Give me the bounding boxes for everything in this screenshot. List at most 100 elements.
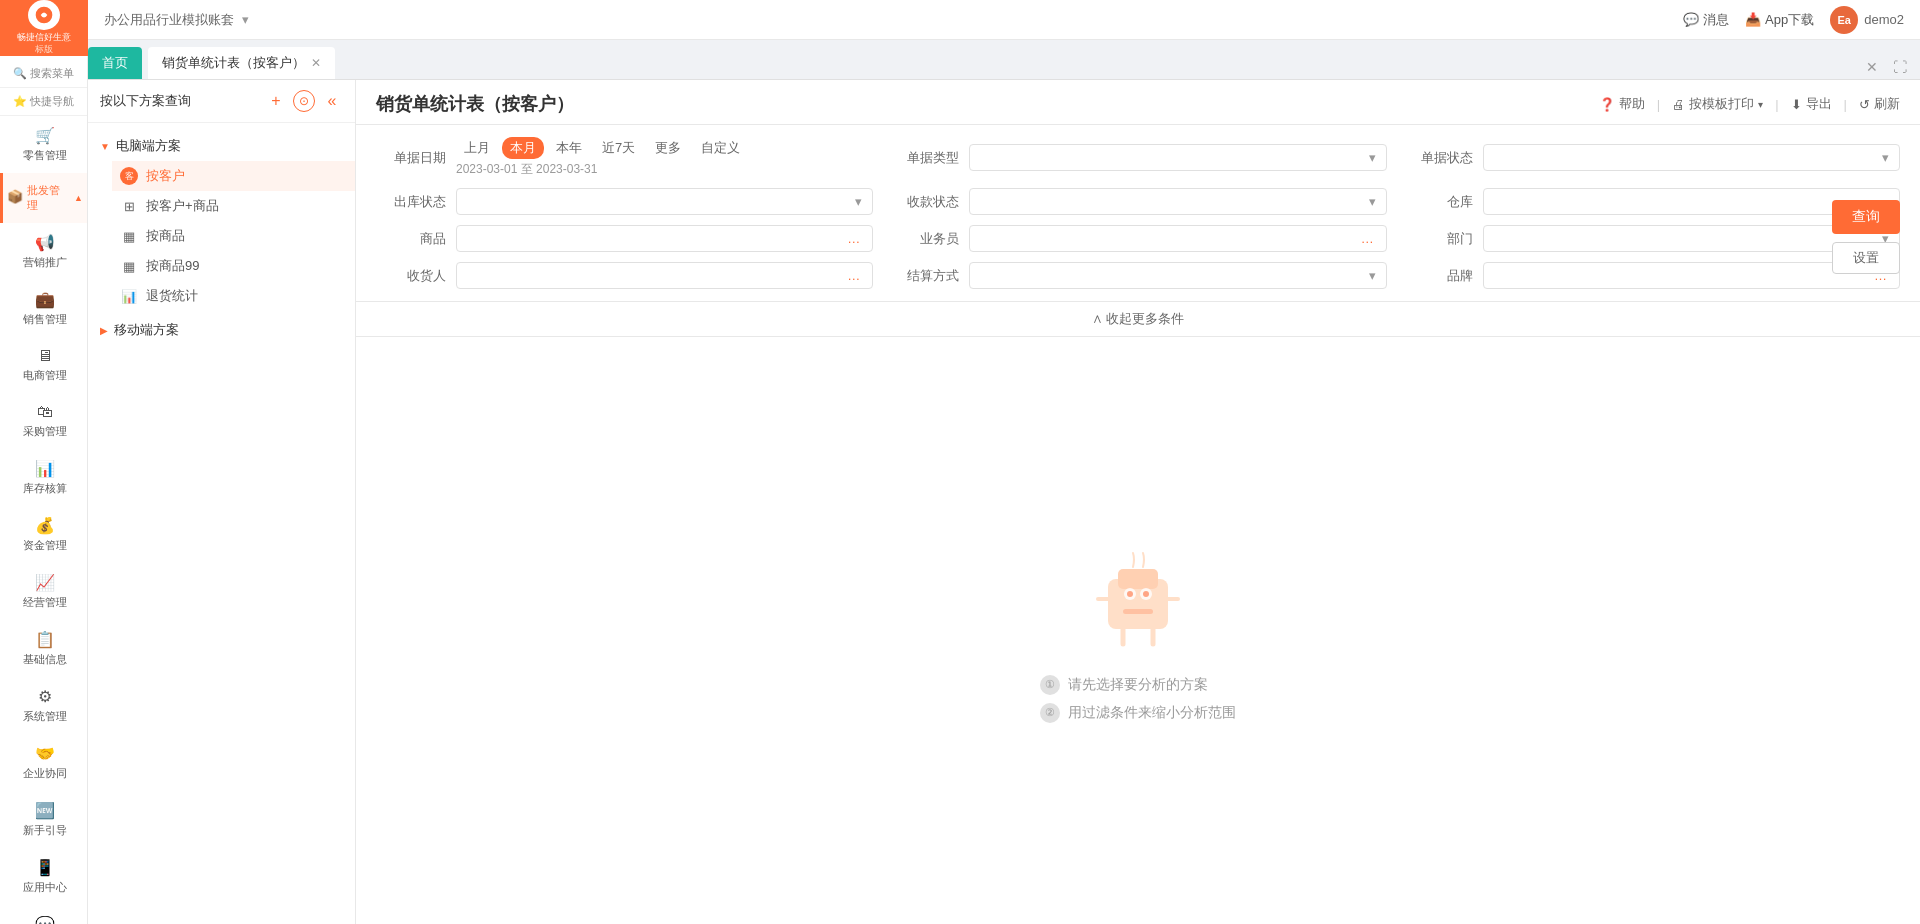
sidebar-item-appcenter[interactable]: 📱 应用中心 (0, 848, 87, 905)
preset-more[interactable]: 更多 (647, 137, 689, 159)
scheme-item-by-goods[interactable]: ▦ 按商品 (112, 221, 355, 251)
preset-last-month[interactable]: 上月 (456, 137, 498, 159)
out-status-select[interactable]: ▾ (456, 188, 873, 215)
step-num-1: ① (1040, 675, 1060, 695)
edit-scheme-button[interactable]: ⊙ (293, 90, 315, 112)
quick-nav-item[interactable]: ⭐ 快捷导航 (0, 88, 87, 116)
breadcrumb-arrow[interactable]: ▾ (242, 12, 249, 27)
scheme-panel-header: 按以下方案查询 + ⊙ « (88, 80, 355, 123)
receipt-status-select[interactable]: ▾ (969, 188, 1386, 215)
print-label: 按模板打印 (1689, 95, 1754, 113)
expand-icon-desktop: ▼ (100, 141, 110, 152)
username: demo2 (1864, 12, 1904, 27)
scheme-item-return-stat[interactable]: 📊 退货统计 (112, 281, 355, 311)
receiver-dots: … (847, 268, 862, 283)
goods-input[interactable]: … (456, 225, 873, 252)
sidebar-item-purchase[interactable]: 🛍 采购管理 (0, 393, 87, 449)
doc-status-select[interactable]: ▾ (1483, 144, 1900, 171)
action-separator-1: | (1657, 97, 1660, 112)
receipt-status-label: 收款状态 (889, 193, 969, 211)
by-goods-icon: ▦ (120, 227, 138, 245)
app-logo[interactable]: 畅捷信好生意 标版 (0, 0, 88, 56)
collapse-scheme-panel-button[interactable]: « (321, 90, 343, 112)
doc-type-select[interactable]: ▾ (969, 144, 1386, 171)
tree-group-mobile-label: 移动端方案 (114, 321, 179, 339)
tree-group-desktop-header[interactable]: ▼ 电脑端方案 (88, 131, 355, 161)
sidebar-item-stock[interactable]: 📊 库存核算 (0, 449, 87, 506)
tab-sales-stat-label: 销货单统计表（按客户） (162, 54, 305, 72)
empty-step-1: ① 请先选择要分析的方案 (1040, 675, 1236, 695)
search-menu-item[interactable]: 🔍 搜索菜单 (0, 56, 87, 88)
sidebar-item-basic-label: 基础信息 (23, 652, 67, 667)
filter-warehouse-col: 仓库 … (1403, 188, 1900, 215)
filter-receipt-status-col: 收款状态 ▾ (889, 188, 1386, 215)
svg-rect-2 (1118, 569, 1158, 589)
sidebar-item-sales[interactable]: 💼 销售管理 (0, 280, 87, 337)
sidebar-item-finance[interactable]: 💰 资金管理 (0, 506, 87, 563)
user-menu[interactable]: Ea demo2 (1830, 6, 1904, 34)
sidebar-item-wechat[interactable]: 💬 企业微信 (0, 905, 87, 924)
settlement-select[interactable]: ▾ (969, 262, 1386, 289)
salesperson-label: 业务员 (889, 230, 969, 248)
topbar: 办公用品行业模拟账套 ▾ 💬 消息 📥 App下载 Ea demo2 (88, 0, 1920, 40)
message-button[interactable]: 💬 消息 (1683, 11, 1729, 29)
print-icon: 🖨 (1672, 97, 1685, 112)
sidebar-item-marketing[interactable]: 📢 营销推广 (0, 223, 87, 280)
scheme-item-by-customer-goods[interactable]: ⊞ 按客户+商品 (112, 191, 355, 221)
sidebar-item-retail[interactable]: 🛒 零售管理 (0, 116, 87, 173)
preset-this-month[interactable]: 本月 (502, 137, 544, 159)
preset-last-7days[interactable]: 近7天 (594, 137, 643, 159)
receiver-input[interactable]: … (456, 262, 873, 289)
sidebar-item-ecommerce[interactable]: 🖥 电商管理 (0, 337, 87, 393)
sidebar-item-wholesale[interactable]: 📦 批发管理 ▲ (0, 173, 87, 223)
sidebar-item-purchase-label: 采购管理 (23, 424, 67, 439)
tree-children-desktop: 客 按客户 ⊞ 按客户+商品 ▦ 按商品 ▦ 按 (88, 161, 355, 311)
tree-group-mobile-header[interactable]: ▶ 移动端方案 (88, 315, 355, 345)
preset-this-year[interactable]: 本年 (548, 137, 590, 159)
collapse-bar[interactable]: ∧ 收起更多条件 (356, 302, 1920, 337)
settings-button[interactable]: 设置 (1832, 242, 1900, 274)
date-control: 上月 本月 本年 近7天 更多 自定义 2023-03-01 至 2023-03… (456, 137, 873, 178)
refresh-button[interactable]: ↺ 刷新 (1859, 95, 1900, 113)
export-button[interactable]: ⬇ 导出 (1791, 95, 1832, 113)
tab-home[interactable]: 首页 (88, 47, 142, 79)
sidebar-item-system[interactable]: ⚙ 系统管理 (0, 677, 87, 734)
empty-state: ① 请先选择要分析的方案 ② 用过滤条件来缩小分析范围 (356, 337, 1920, 924)
message-label: 消息 (1703, 11, 1729, 29)
sidebar-item-enterprise[interactable]: 🤝 企业协同 (0, 734, 87, 791)
scheme-item-by-customer-goods-label: 按客户+商品 (146, 197, 219, 215)
step-num-2: ② (1040, 703, 1060, 723)
warehouse-label: 仓库 (1403, 193, 1483, 211)
page-actions: ❓ 帮助 | 🖨 按模板打印 ▾ | ⬇ 导出 | (1599, 95, 1900, 113)
receipt-status-control: ▾ (969, 188, 1386, 215)
sidebar-item-operation[interactable]: 📈 经营管理 (0, 563, 87, 620)
maximize-window-button[interactable]: ⛶ (1888, 55, 1912, 79)
tab-sales-stat[interactable]: 销货单统计表（按客户） ✕ (148, 47, 335, 79)
empty-step-2: ② 用过滤条件来缩小分析范围 (1040, 703, 1236, 723)
scheme-item-by-goods-99[interactable]: ▦ 按商品99 (112, 251, 355, 281)
sidebar-item-basic[interactable]: 📋 基础信息 (0, 620, 87, 677)
scheme-item-by-customer[interactable]: 客 按客户 (112, 161, 355, 191)
sidebar-item-enterprise-label: 企业协同 (23, 766, 67, 781)
tab-close-icon[interactable]: ✕ (311, 56, 321, 70)
salesperson-input[interactable]: … (969, 225, 1386, 252)
preset-custom[interactable]: 自定义 (693, 137, 748, 159)
scheme-panel-title: 按以下方案查询 (100, 92, 191, 110)
sidebar-item-newguide[interactable]: 🆕 新手引导 (0, 791, 87, 848)
topbar-right: 💬 消息 📥 App下载 Ea demo2 (1683, 6, 1904, 34)
add-scheme-button[interactable]: + (265, 90, 287, 112)
filter-goods-col: 商品 … (376, 225, 873, 252)
help-icon: ❓ (1599, 97, 1615, 112)
close-window-button[interactable]: ✕ (1860, 55, 1884, 79)
message-icon: 💬 (1683, 12, 1699, 27)
help-button[interactable]: ❓ 帮助 (1599, 95, 1645, 113)
app-download-button[interactable]: 📥 App下载 (1745, 11, 1814, 29)
retail-icon: 🛒 (35, 126, 55, 145)
finance-icon: 💰 (35, 516, 55, 535)
query-button[interactable]: 查询 (1832, 200, 1900, 234)
by-customer-icon: 客 (120, 167, 138, 185)
doc-status-control: ▾ (1483, 144, 1900, 171)
export-label: 导出 (1806, 95, 1832, 113)
filter-receiver-col: 收货人 … (376, 262, 873, 289)
print-button[interactable]: 🖨 按模板打印 ▾ (1672, 95, 1763, 113)
